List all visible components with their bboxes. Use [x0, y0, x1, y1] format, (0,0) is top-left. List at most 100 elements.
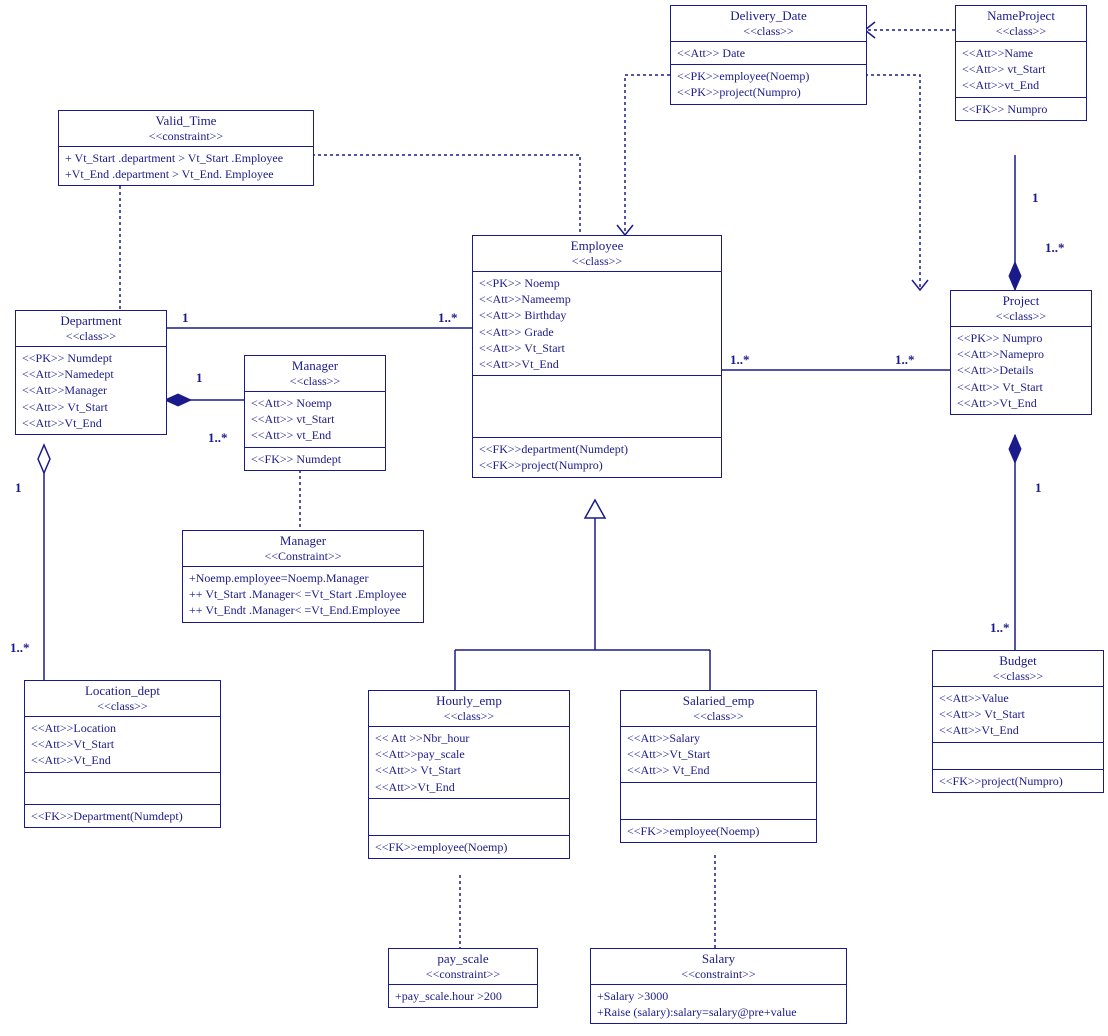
attr: <<Att>> Vt_Start	[22, 399, 160, 415]
class-title: Salaried_emp	[627, 693, 810, 709]
mult-proj-budget-1: 1	[1035, 480, 1042, 496]
class-location-dept: Location_dept <<class>> <<Att>>Location …	[24, 680, 221, 828]
class-budget: Budget <<class>> <<Att>>Value <<Att>> Vt…	[932, 650, 1104, 793]
attr: <<Att>>Vt_Start	[31, 736, 214, 752]
class-project: Project <<class>> <<PK>> Numpro <<Att>>N…	[950, 290, 1092, 415]
attr: <<Att>>Salary	[627, 730, 810, 746]
attr: <<Att>>Location	[31, 720, 214, 736]
class-title: Valid_Time	[65, 113, 307, 129]
attr: <<FK>>employee(Noemp)	[627, 823, 810, 839]
constraint-row: +Vt_End .department > Vt_End. Employee	[65, 166, 307, 182]
class-stereo: <<class>>	[251, 374, 379, 389]
constraint-row: ++ Vt_Start .Manager< =Vt_Start .Employe…	[189, 586, 417, 602]
mult-dep-emp-n: 1..*	[438, 310, 458, 326]
class-title: Employee	[479, 238, 715, 254]
class-title: Location_dept	[31, 683, 214, 699]
class-stereo: <<constraint>>	[65, 129, 307, 144]
class-title: Delivery_Date	[677, 8, 860, 24]
class-manager: Manager <<class>> <<Att>> Noemp <<Att>> …	[244, 355, 386, 471]
attr: <<Att>> Vt_End	[627, 762, 810, 778]
attr: <<Att>> Vt_Start	[479, 340, 715, 356]
attr: <<PK>> Noemp	[479, 275, 715, 291]
class-title: Manager	[251, 358, 379, 374]
attr: <<PK>>employee(Noemp)	[677, 68, 860, 84]
mult-dep-mgr-n: 1..*	[208, 430, 228, 446]
attr: <<PK>> Numdept	[22, 350, 160, 366]
class-employee: Employee <<class>> <<PK>> Noemp <<Att>>N…	[472, 235, 722, 478]
attr: <<Att>>Vt_End	[31, 752, 214, 768]
attr: <<Att>>pay_scale	[375, 746, 563, 762]
attr: <<FK>>department(Numdept)	[479, 441, 715, 457]
constraint-row: +Salary >3000	[597, 988, 840, 1004]
class-title: pay_scale	[395, 951, 531, 967]
class-stereo: <<class>>	[22, 329, 160, 344]
attr: <<Att>> vt_Start	[962, 61, 1080, 77]
attr: <<Att>>Vt_End	[957, 395, 1085, 411]
attr: <<FK>> Numpro	[962, 101, 1080, 117]
attr: <<Att>> vt_End	[251, 427, 379, 443]
attr: << Att >>Nbr_hour	[375, 730, 563, 746]
attr: <<Att>>Namedept	[22, 366, 160, 382]
class-stereo: <<class>>	[957, 309, 1085, 324]
class-nameproject: NameProject <<class>> <<Att>>Name <<Att>…	[955, 5, 1087, 121]
mult-emp-proj-n1: 1..*	[730, 352, 750, 368]
class-stereo: <<class>>	[479, 254, 715, 269]
class-title: Manager	[189, 533, 417, 549]
attr: <<FK>>project(Numpro)	[479, 457, 715, 473]
attr: <<Att>> Birthday	[479, 307, 715, 323]
attr: <<FK>>Department(Numdept)	[31, 808, 214, 824]
attr: <<Att>> Vt_Start	[939, 706, 1097, 722]
attr: <<PK>>project(Numpro)	[677, 84, 860, 100]
class-delivery-date: Delivery_Date <<class>> <<Att>> Date <<P…	[670, 5, 867, 105]
class-manager-constraint: Manager <<Constraint>> +Noemp.employee=N…	[182, 530, 424, 623]
constraint-row: +Raise (salary):salary=salary@pre+value	[597, 1004, 840, 1020]
attr: <<Att>>Name	[962, 45, 1080, 61]
attr: <<Att>>Vt_Start	[627, 746, 810, 762]
constraint-row: +Noemp.employee=Noemp.Manager	[189, 570, 417, 586]
attr: <<PK>> Numpro	[957, 330, 1085, 346]
mult-emp-proj-n2: 1..*	[895, 352, 915, 368]
constraint-row: +pay_scale.hour >200	[395, 988, 531, 1004]
attr: <<Att>>Namepro	[957, 346, 1085, 362]
class-salaried-emp: Salaried_emp <<class>> <<Att>>Salary <<A…	[620, 690, 817, 843]
attr: <<Att>>Value	[939, 690, 1097, 706]
attr: <<FK>>project(Numpro)	[939, 773, 1097, 789]
class-hourly-emp: Hourly_emp <<class>> << Att >>Nbr_hour <…	[368, 690, 570, 859]
attr: <<FK>> Numdept	[251, 451, 379, 467]
class-title: Budget	[939, 653, 1097, 669]
mult-dep-loc-1: 1	[15, 480, 22, 496]
class-title: NameProject	[962, 8, 1080, 24]
attr: <<Att>> Vt_Start	[957, 379, 1085, 395]
class-title: Project	[957, 293, 1085, 309]
class-stereo: <<Constraint>>	[189, 549, 417, 564]
mult-proj-budget-n: 1..*	[990, 620, 1010, 636]
class-stereo: <<class>>	[375, 709, 563, 724]
mult-dep-emp-1: 1	[182, 310, 189, 326]
attr: <<Att>>vt_End	[962, 77, 1080, 93]
mult-dep-loc-n: 1..*	[10, 640, 30, 656]
attr: <<Att>>Vt_End	[479, 356, 715, 372]
mult-proj-name-1: 1	[1032, 190, 1039, 206]
class-stereo: <<constraint>>	[597, 967, 840, 982]
class-department: Department <<class>> <<PK>> Numdept <<At…	[15, 310, 167, 435]
attr: <<Att>> Grade	[479, 324, 715, 340]
mult-proj-name-n: 1..*	[1045, 240, 1065, 256]
attr: <<Att>> Date	[677, 45, 860, 61]
constraint-row: + Vt_Start .department > Vt_Start .Emplo…	[65, 150, 307, 166]
attr: <<Att>>Vt_End	[22, 415, 160, 431]
class-title: Hourly_emp	[375, 693, 563, 709]
attr: <<Att>>Nameemp	[479, 291, 715, 307]
attr: <<Att>> Noemp	[251, 395, 379, 411]
class-stereo: <<class>>	[31, 699, 214, 714]
attr: <<Att>>Manager	[22, 382, 160, 398]
attr: <<Att>>Vt_End	[939, 722, 1097, 738]
mult-dep-mgr-1: 1	[196, 370, 203, 386]
attr: <<Att>>Vt_End	[375, 779, 563, 795]
class-stereo: <<constraint>>	[395, 967, 531, 982]
attr: <<FK>>employee(Noemp)	[375, 839, 563, 855]
class-title: Department	[22, 313, 160, 329]
class-stereo: <<class>>	[627, 709, 810, 724]
attr: <<Att>>Details	[957, 362, 1085, 378]
constraint-row: ++ Vt_Endt .Manager< =Vt_End.Employee	[189, 602, 417, 618]
attr: <<Att>> Vt_Start	[375, 762, 563, 778]
